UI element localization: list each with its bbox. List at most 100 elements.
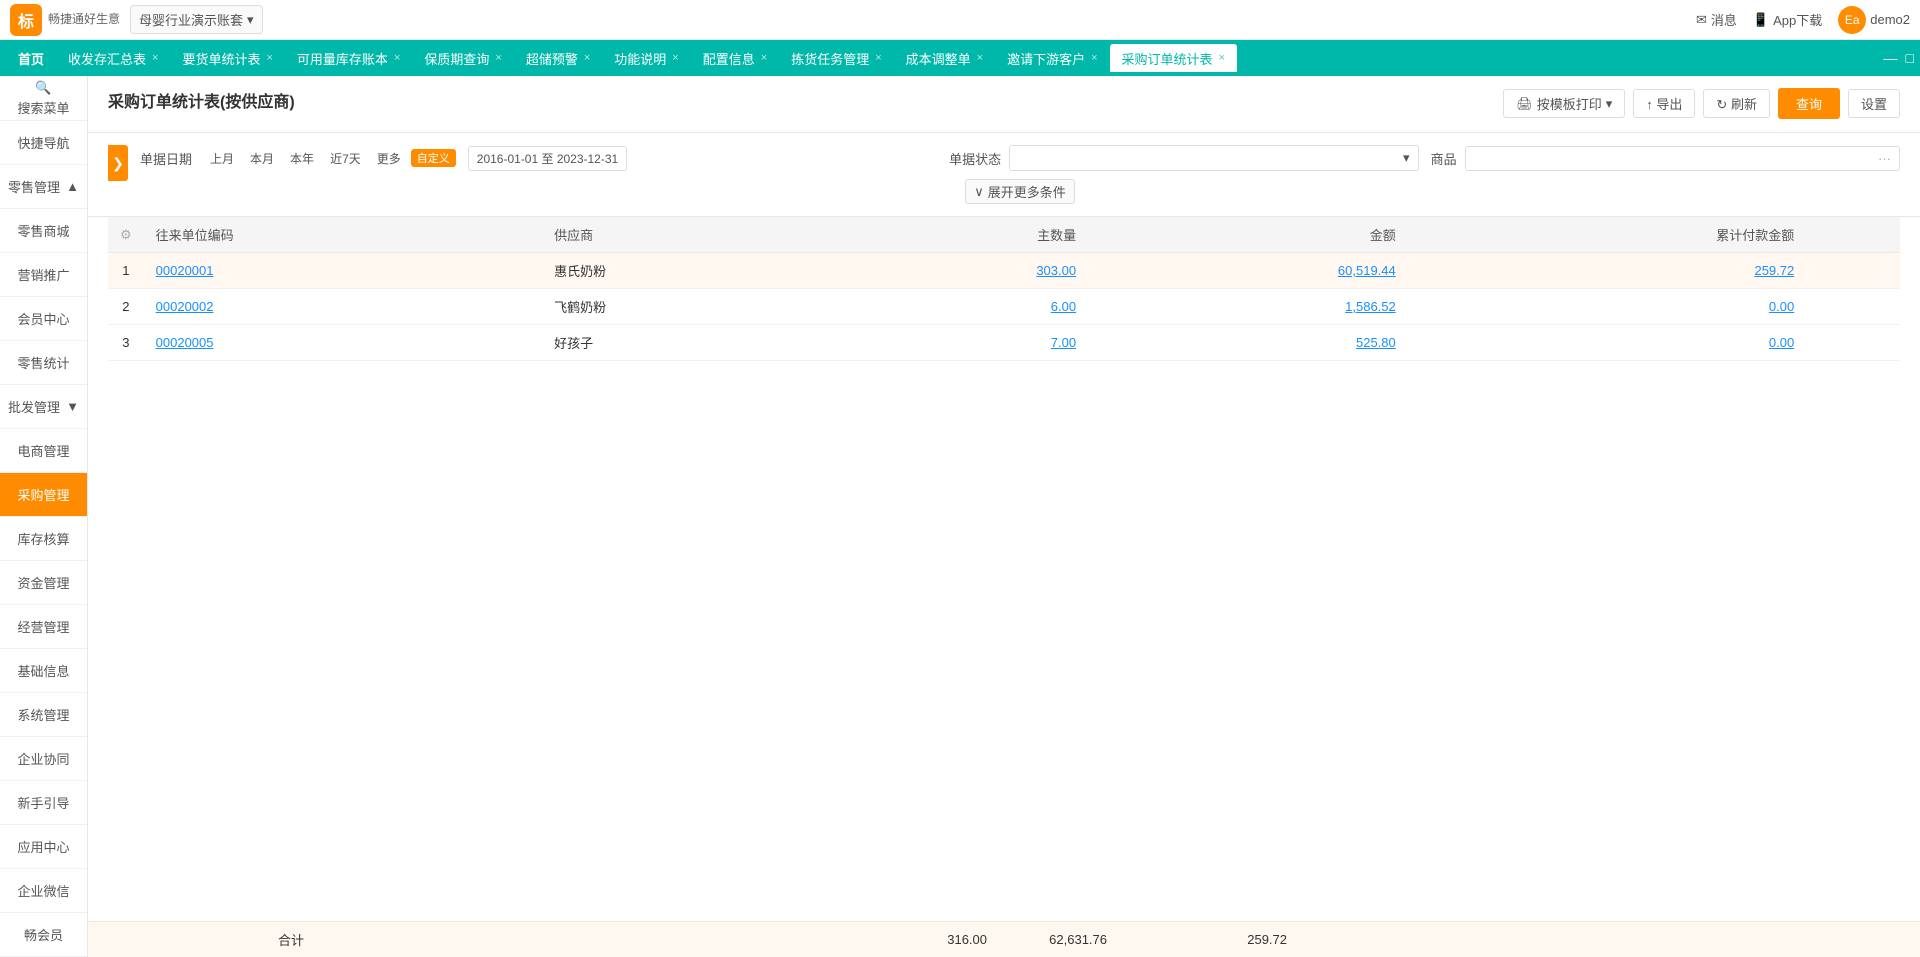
retail-arrow-icon: ▲ bbox=[66, 179, 79, 194]
user-avatar-area[interactable]: Ea demo2 bbox=[1838, 6, 1910, 34]
row-code-2[interactable]: 00020002 bbox=[144, 289, 542, 325]
table-footer: 合计 316.00 62,631.76 259.72 bbox=[88, 921, 1920, 957]
row-code-1[interactable]: 00020001 bbox=[144, 253, 542, 289]
tab-goods-summary-close[interactable]: × bbox=[266, 52, 272, 64]
sidebar-item-system[interactable]: 系统管理 bbox=[0, 693, 87, 737]
message-icon: ✉ bbox=[1696, 12, 1707, 28]
footer-total-paid: 259.72 bbox=[1247, 932, 1287, 947]
shortcut-this-month[interactable]: 本月 bbox=[244, 148, 280, 169]
date-label: 单据日期 bbox=[140, 149, 192, 168]
row-amount-2[interactable]: 1,586.52 bbox=[1088, 289, 1408, 325]
sidebar-item-retail[interactable]: 零售管理 ▲ bbox=[0, 165, 87, 209]
tab-overstock-warning-close[interactable]: × bbox=[584, 52, 590, 64]
tab-home[interactable]: 首页 bbox=[6, 44, 56, 72]
sidebar-item-app-center[interactable]: 应用中心 bbox=[0, 825, 87, 869]
sidebar-item-enterprise-wechat[interactable]: 企业微信 bbox=[0, 869, 87, 913]
row-supplier-2: 飞鹤奶粉 bbox=[542, 289, 839, 325]
query-button[interactable]: 查询 bbox=[1778, 88, 1840, 119]
footer-total-amount: 62,631.76 bbox=[1049, 932, 1107, 947]
row-paid-2[interactable]: 0.00 bbox=[1408, 289, 1806, 325]
shortcut-this-year[interactable]: 本年 bbox=[284, 148, 320, 169]
row-quantity-3[interactable]: 7.00 bbox=[839, 325, 1088, 361]
tab-function-desc-close[interactable]: × bbox=[672, 52, 678, 64]
row-paid-1[interactable]: 259.72 bbox=[1408, 253, 1806, 289]
row-amount-3[interactable]: 525.80 bbox=[1088, 325, 1408, 361]
tab-purchase-summary[interactable]: 采购订单统计表 × bbox=[1110, 44, 1237, 72]
restore-button[interactable]: □ bbox=[1906, 50, 1914, 66]
settings-label: 设置 bbox=[1861, 97, 1887, 112]
settings-button[interactable]: 设置 bbox=[1848, 89, 1900, 118]
expand-filter-button[interactable]: ❯ bbox=[108, 145, 128, 181]
tab-cost-adjust[interactable]: 成本调整单 × bbox=[894, 44, 995, 72]
page-header: 采购订单统计表(按供应商) 🖨 按模板打印 ▾ ↑ 导出 ↻ 刷新 bbox=[88, 76, 1920, 133]
messages-label: 消息 bbox=[1711, 10, 1737, 29]
messages-button[interactable]: ✉ 消息 bbox=[1696, 10, 1737, 29]
shortcut-last-month[interactable]: 上月 bbox=[204, 148, 240, 169]
sidebar-item-member2[interactable]: 畅会员 bbox=[0, 913, 87, 957]
tab-config-info-close[interactable]: × bbox=[761, 52, 767, 64]
row-quantity-1[interactable]: 303.00 bbox=[839, 253, 1088, 289]
sidebar-item-retail-stat[interactable]: 零售统计 bbox=[0, 341, 87, 385]
tab-function-desc-label: 功能说明 bbox=[614, 49, 666, 68]
tab-function-desc[interactable]: 功能说明 × bbox=[602, 44, 690, 72]
status-filter-group: 单据状态 ▾ bbox=[949, 145, 1418, 171]
sidebar-item-wholesale[interactable]: 批发管理 ▼ bbox=[0, 385, 87, 429]
expand-more-button[interactable]: ∨ 展开更多条件 bbox=[965, 179, 1075, 204]
shortcut-7days[interactable]: 近7天 bbox=[324, 148, 367, 169]
goods-input[interactable]: ··· bbox=[1465, 146, 1900, 171]
table-container: ⚙ 往来单位编码 供应商 主数量 金额 累计付款金额 1 00020001 惠氏… bbox=[88, 217, 1920, 921]
sidebar-item-search[interactable]: 🔍 搜索菜单 bbox=[0, 76, 87, 121]
tab-invite-downstream-close[interactable]: × bbox=[1091, 52, 1097, 64]
tab-expiry-query-close[interactable]: × bbox=[495, 52, 501, 64]
goods-dots-icon[interactable]: ··· bbox=[1878, 151, 1891, 166]
export-icon: ↑ bbox=[1646, 97, 1653, 112]
tab-invite-downstream[interactable]: 邀请下游客户 × bbox=[995, 44, 1109, 72]
shortcut-more[interactable]: 更多 bbox=[371, 148, 407, 169]
sidebar-item-quick-nav[interactable]: 快捷导航 bbox=[0, 121, 87, 165]
sidebar-item-finance[interactable]: 资金管理 bbox=[0, 561, 87, 605]
sidebar-item-newbie[interactable]: 新手引导 bbox=[0, 781, 87, 825]
date-range-input[interactable]: 2016-01-01 至 2023-12-31 bbox=[468, 146, 627, 171]
sidebar-item-ecommerce[interactable]: 电商管理 bbox=[0, 429, 87, 473]
tab-receive-summary-close[interactable]: × bbox=[152, 52, 158, 64]
sidebar-item-marketing[interactable]: 营销推广 bbox=[0, 253, 87, 297]
tab-pick-task-close[interactable]: × bbox=[875, 52, 881, 64]
tab-available-stock[interactable]: 可用量库存账本 × bbox=[285, 44, 412, 72]
tab-receive-summary[interactable]: 收发存汇总表 × bbox=[56, 44, 170, 72]
tab-config-info[interactable]: 配置信息 × bbox=[691, 44, 779, 72]
sidebar-item-enterprise[interactable]: 企业协同 bbox=[0, 737, 87, 781]
custom-date-tag[interactable]: 自定义 bbox=[411, 149, 456, 167]
row-code-3[interactable]: 00020005 bbox=[144, 325, 542, 361]
sidebar-item-member[interactable]: 会员中心 bbox=[0, 297, 87, 341]
tab-purchase-summary-close[interactable]: × bbox=[1219, 52, 1225, 64]
table-row: 3 00020005 好孩子 7.00 525.80 0.00 bbox=[108, 325, 1900, 361]
status-select[interactable]: ▾ bbox=[1009, 145, 1418, 171]
col-settings[interactable]: ⚙ bbox=[108, 217, 144, 253]
workspace-selector[interactable]: 母婴行业演示账套 ▾ bbox=[130, 5, 263, 34]
sidebar-item-retail-shop[interactable]: 零售商城 bbox=[0, 209, 87, 253]
minimize-button[interactable]: — bbox=[1884, 50, 1898, 66]
tab-overstock-warning[interactable]: 超储预警 × bbox=[514, 44, 602, 72]
template-print-button[interactable]: 🖨 按模板打印 ▾ bbox=[1503, 89, 1625, 118]
app-download-button[interactable]: 📱 App下载 bbox=[1753, 10, 1822, 29]
tab-expiry-query[interactable]: 保质期查询 × bbox=[412, 44, 513, 72]
sidebar-item-ops[interactable]: 经营管理 bbox=[0, 605, 87, 649]
row-amount-1[interactable]: 60,519.44 bbox=[1088, 253, 1408, 289]
sidebar-item-purchase[interactable]: 采购管理 bbox=[0, 473, 87, 517]
row-paid-3[interactable]: 0.00 bbox=[1408, 325, 1806, 361]
tab-goods-summary[interactable]: 要货单统计表 × bbox=[170, 44, 284, 72]
tab-pick-task[interactable]: 拣货任务管理 × bbox=[779, 44, 893, 72]
date-shortcuts: 上月 本月 本年 近7天 更多 自定义 bbox=[204, 148, 456, 169]
row-no-3: 3 bbox=[108, 325, 144, 361]
refresh-button[interactable]: ↻ 刷新 bbox=[1703, 89, 1770, 118]
sidebar-item-stock[interactable]: 库存核算 bbox=[0, 517, 87, 561]
tab-pick-task-label: 拣货任务管理 bbox=[791, 49, 869, 68]
export-button[interactable]: ↑ 导出 bbox=[1633, 89, 1695, 118]
data-table: ⚙ 往来单位编码 供应商 主数量 金额 累计付款金额 1 00020001 惠氏… bbox=[108, 217, 1900, 361]
tab-cost-adjust-close[interactable]: × bbox=[977, 52, 983, 64]
row-quantity-2[interactable]: 6.00 bbox=[839, 289, 1088, 325]
sidebar-purchase-label: 采购管理 bbox=[17, 485, 69, 504]
sidebar-item-basic[interactable]: 基础信息 bbox=[0, 649, 87, 693]
sidebar-retail-label: 零售管理 bbox=[8, 177, 60, 196]
tab-available-stock-close[interactable]: × bbox=[394, 52, 400, 64]
